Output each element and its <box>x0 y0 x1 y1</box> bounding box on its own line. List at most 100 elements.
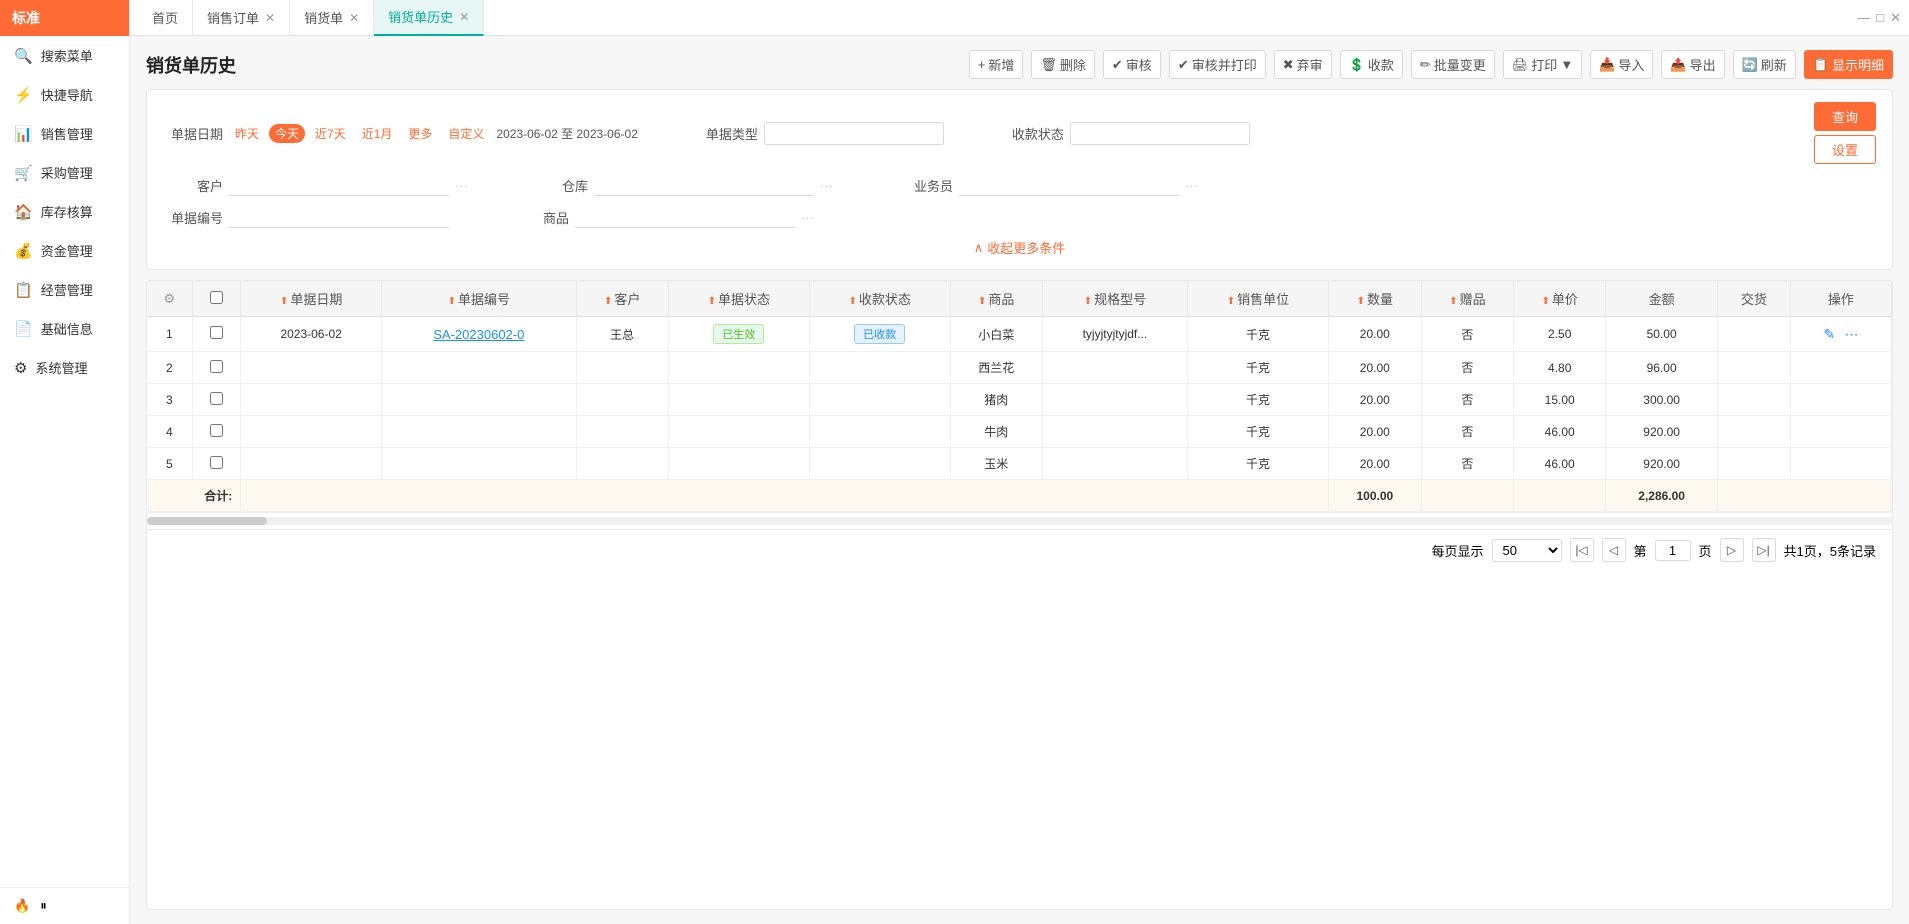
discard-button[interactable]: ✖ 弃审 <box>1274 50 1332 79</box>
query-button[interactable]: 查询 <box>1814 102 1876 131</box>
delete-button[interactable]: 🗑 删除 <box>1031 50 1095 79</box>
pause-icon[interactable]: ⏸ <box>40 898 47 914</box>
col-gift[interactable]: ⬆赠品 <box>1421 281 1513 317</box>
row-3-checkbox[interactable] <box>210 392 223 405</box>
sidebar-item-ops-mgmt[interactable]: 📋 经营管理 <box>0 270 129 309</box>
sidebar-item-quick-nav[interactable]: ⚡ 快捷导航 <box>0 75 129 114</box>
op-more-icon-1[interactable]: ⋯ <box>1844 326 1858 342</box>
prev-page-button[interactable]: ◁ <box>1602 538 1626 562</box>
row-checkbox-3[interactable] <box>192 384 241 416</box>
row-operation-2 <box>1790 352 1891 384</box>
window-close-icon[interactable]: ✕ <box>1890 10 1901 26</box>
select-all-checkbox[interactable] <box>210 291 223 304</box>
doc-no-input[interactable] <box>229 206 449 228</box>
first-page-button[interactable]: |◁ <box>1570 538 1594 562</box>
op-edit-icon-1[interactable]: ✎ <box>1823 326 1835 342</box>
sidebar-item-finance-mgmt[interactable]: 💰 资金管理 <box>0 231 129 270</box>
collapse-button[interactable]: ∧ 收起更多条件 <box>163 238 1876 257</box>
row-goods-5: 玉米 <box>950 448 1042 480</box>
row-4-checkbox[interactable] <box>210 424 223 437</box>
col-checkbox[interactable] <box>192 281 241 317</box>
horizontal-scrollbar[interactable] <box>147 517 1892 525</box>
tab-sales-goods-close[interactable]: ✕ <box>349 11 359 25</box>
table-settings-icon[interactable]: ⚙ <box>163 291 175 306</box>
warehouse-dotdot[interactable]: ··· <box>820 178 833 193</box>
col-settings[interactable]: ⚙ <box>147 281 192 317</box>
salesperson-dotdot[interactable]: ··· <box>1185 178 1198 193</box>
col-doc-no[interactable]: ⬆单据编号 <box>382 281 576 317</box>
col-sales-unit[interactable]: ⬆销售单位 <box>1188 281 1329 317</box>
set-button[interactable]: 设置 <box>1814 135 1876 164</box>
row-5-checkbox[interactable] <box>210 456 223 469</box>
warehouse-input[interactable] <box>594 174 814 196</box>
minimize-icon[interactable]: — <box>1857 10 1870 25</box>
customer-dotdot[interactable]: ··· <box>455 178 468 193</box>
col-customer[interactable]: ⬆客户 <box>576 281 668 317</box>
collect-status-select[interactable] <box>1070 122 1250 145</box>
col-doc-status[interactable]: ⬆单据状态 <box>668 281 809 317</box>
goods-input[interactable] <box>575 206 795 228</box>
tab-sales-order-close[interactable]: ✕ <box>265 11 275 25</box>
sidebar-item-sys-mgmt[interactable]: ⚙ 系统管理 <box>0 348 129 387</box>
row-1-checkbox[interactable] <box>210 326 223 339</box>
col-collect-status[interactable]: ⬆收款状态 <box>809 281 950 317</box>
row-checkbox-4[interactable] <box>192 416 241 448</box>
sidebar-item-inventory-calc[interactable]: 🏠 库存核算 <box>0 192 129 231</box>
tab-sales-goods-history-close[interactable]: ✕ <box>459 10 469 24</box>
page-label: 页 <box>1699 541 1712 560</box>
last-page-button[interactable]: ▷| <box>1752 538 1776 562</box>
maximize-icon[interactable]: □ <box>1876 10 1884 25</box>
col-spec-type[interactable]: ⬆规格型号 <box>1042 281 1187 317</box>
shortcut-today[interactable]: 今天 <box>269 124 305 143</box>
next-page-button[interactable]: ▷ <box>1720 538 1744 562</box>
export-button[interactable]: 📤 导出 <box>1661 50 1724 79</box>
print-button[interactable]: 🖨 打印 ▼ <box>1503 50 1582 79</box>
shortcut-yesterday[interactable]: 昨天 <box>229 124 265 143</box>
sidebar: 标准 🔍 搜索菜单 ⚡ 快捷导航 📊 销售管理 🛒 采购管理 🏠 库存核算 💰 … <box>0 0 130 924</box>
sidebar-item-search-menu[interactable]: 🔍 搜索菜单 <box>0 36 129 75</box>
shortcut-custom[interactable]: 自定义 <box>442 124 490 143</box>
fire-icon[interactable]: 🔥 <box>14 898 30 914</box>
tab-sales-order[interactable]: 销售订单 ✕ <box>193 0 290 36</box>
import-button[interactable]: 📥 导入 <box>1590 50 1653 79</box>
sidebar-item-basic-info[interactable]: 📄 基础信息 <box>0 309 129 348</box>
scrollbar-thumb[interactable] <box>147 517 267 525</box>
audit-print-button[interactable]: ✔ 审核并打印 <box>1169 50 1266 79</box>
col-quantity[interactable]: ⬆数量 <box>1328 281 1421 317</box>
page-number-input[interactable] <box>1655 540 1691 561</box>
refresh-button[interactable]: 🔄 刷新 <box>1733 50 1796 79</box>
shortcut-7days[interactable]: 近7天 <box>309 124 352 143</box>
tab-sales-goods-history[interactable]: 销货单历史 ✕ <box>374 0 484 36</box>
row-checkbox-5[interactable] <box>192 448 241 480</box>
customer-input[interactable] <box>229 174 449 196</box>
sidebar-item-purchase-mgmt[interactable]: 🛒 采购管理 <box>0 153 129 192</box>
row-spec-type-2 <box>1042 352 1187 384</box>
row-checkbox-2[interactable] <box>192 352 241 384</box>
audit-button[interactable]: ✔ 审核 <box>1103 50 1161 79</box>
col-doc-date[interactable]: ⬆单据日期 <box>241 281 382 317</box>
page-size-select[interactable]: 50 10 20 100 <box>1492 539 1562 562</box>
shortcut-1month[interactable]: 近1月 <box>356 124 399 143</box>
row-unit-price-3: 15.00 <box>1514 384 1606 416</box>
sales-mgmt-icon: 📊 <box>14 125 33 143</box>
col-goods[interactable]: ⬆商品 <box>950 281 1042 317</box>
sidebar-item-sales-mgmt[interactable]: 📊 销售管理 <box>0 114 129 153</box>
doc-type-select[interactable] <box>764 122 944 145</box>
doc-no-link-1[interactable]: SA-20230602-0 <box>433 327 524 342</box>
tab-sales-goods[interactable]: 销货单 ✕ <box>290 0 374 36</box>
salesperson-input[interactable] <box>959 174 1179 196</box>
page-title: 销货单历史 <box>146 52 236 78</box>
row-doc-no-1[interactable]: SA-20230602-0 <box>382 317 576 352</box>
tab-home[interactable]: 首页 <box>138 0 193 36</box>
show-detail-icon: 📋 <box>1813 57 1829 73</box>
row-2-checkbox[interactable] <box>210 360 223 373</box>
row-doc-date-2 <box>241 352 382 384</box>
new-button[interactable]: + 新增 <box>969 50 1024 79</box>
shortcut-more[interactable]: 更多 <box>402 124 438 143</box>
collect-button[interactable]: 💲 收款 <box>1340 50 1403 79</box>
batch-change-button[interactable]: ✏ 批量变更 <box>1411 50 1495 79</box>
row-checkbox-1[interactable] <box>192 317 241 352</box>
show-detail-button[interactable]: 📋 显示明细 <box>1804 50 1893 79</box>
goods-dotdot[interactable]: ··· <box>801 210 814 225</box>
col-unit-price[interactable]: ⬆单价 <box>1514 281 1606 317</box>
